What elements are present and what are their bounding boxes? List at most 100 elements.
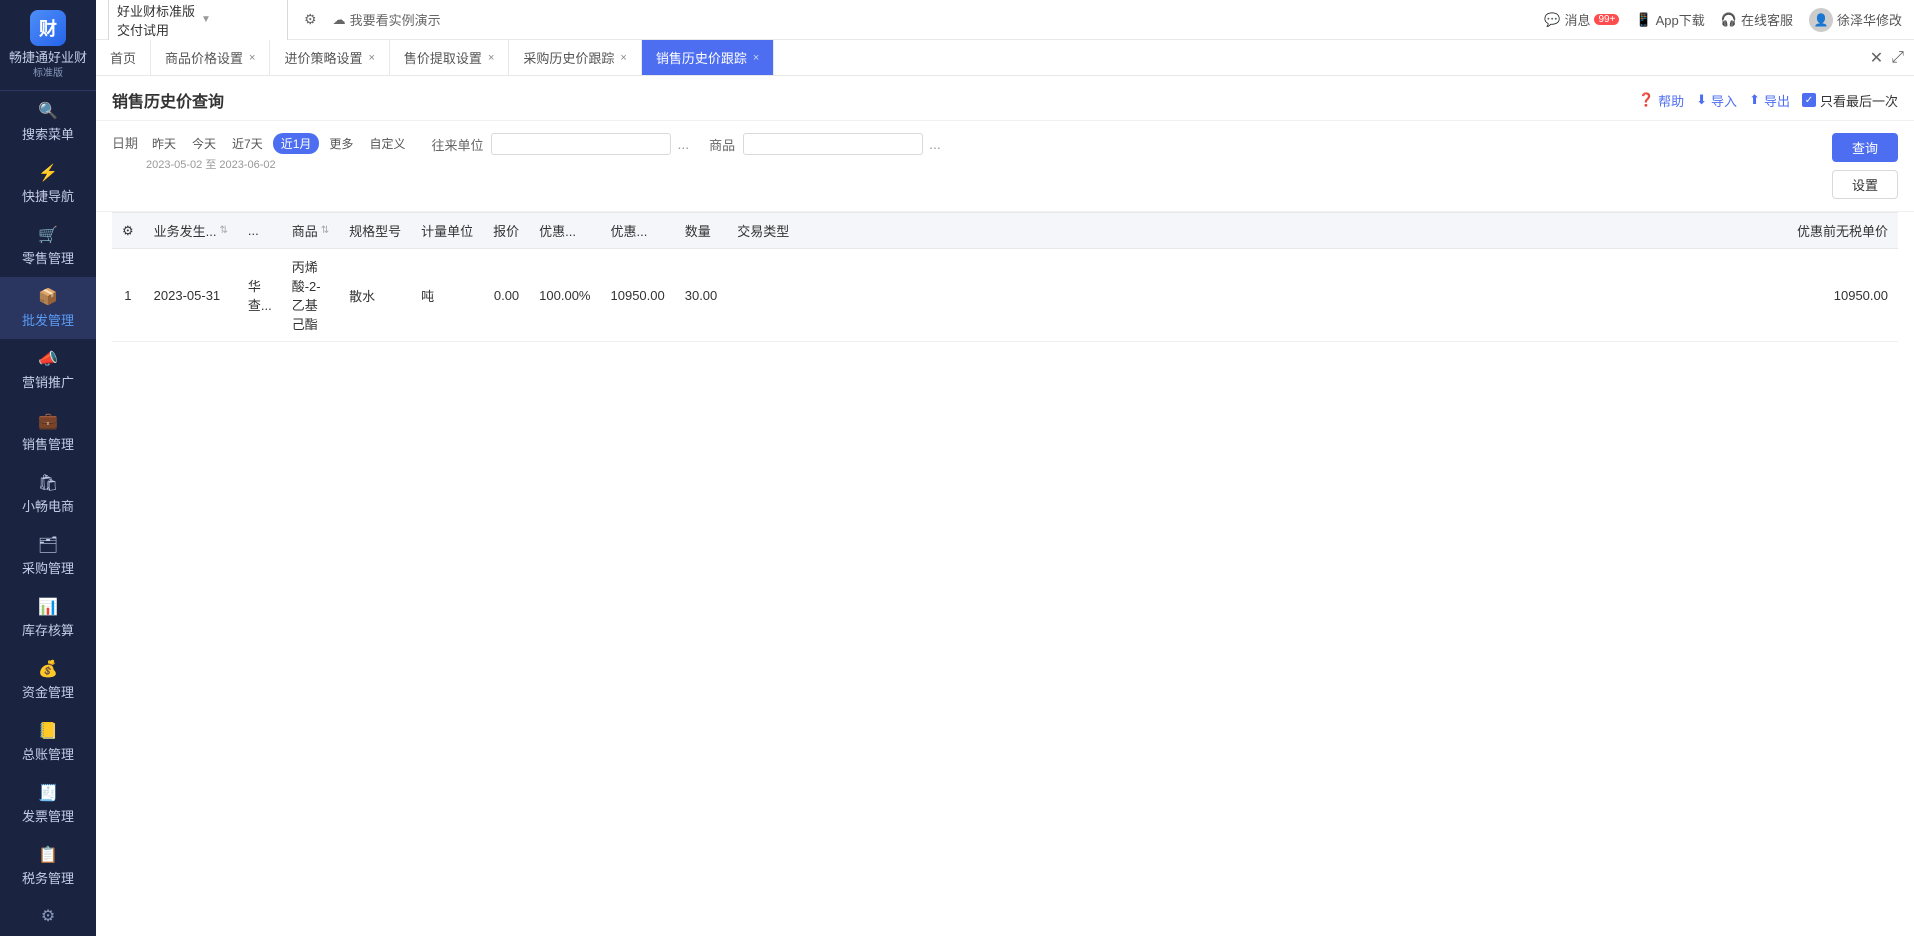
source-unit-input[interactable] bbox=[491, 133, 671, 155]
product-filter: 商品 ... bbox=[709, 133, 941, 155]
tab-close-button[interactable]: ✕ bbox=[1868, 46, 1885, 70]
tab-label: 销售历史价跟踪 bbox=[656, 48, 747, 67]
tab-sales-history[interactable]: 销售历史价跟踪 × bbox=[642, 40, 774, 76]
sidebar-item-finance[interactable]: 💰 资金管理 bbox=[0, 649, 96, 711]
date-option-last1month[interactable]: 近1月 bbox=[273, 133, 320, 154]
sidebar-item-quick-nav[interactable]: ⚡ 快捷导航 bbox=[0, 153, 96, 215]
sidebar-item-wholesale[interactable]: 📦批发管理 bbox=[0, 277, 96, 339]
sidebar-item-sales[interactable]: 💼 销售管理 bbox=[0, 401, 96, 463]
tab-close-icon[interactable]: × bbox=[249, 52, 255, 64]
only-last-checkbox[interactable]: ✓ bbox=[1802, 93, 1816, 107]
tab-product-price[interactable]: 商品价格设置 × bbox=[151, 40, 270, 76]
tab-right-buttons: ✕ ⤢ bbox=[1860, 46, 1914, 70]
tab-home[interactable]: 首页 bbox=[96, 40, 151, 76]
tab-purchase-history[interactable]: 采购历史价跟踪× bbox=[509, 40, 641, 76]
invoice-icon: 🧾 bbox=[38, 783, 58, 803]
th-gear[interactable]: ⚙ bbox=[112, 213, 144, 249]
cell-spec: 散水 bbox=[339, 249, 411, 342]
sidebar-item-label: 销售管理 bbox=[22, 434, 74, 453]
tab-close-icon[interactable]: × bbox=[620, 52, 626, 64]
tab-expand-button[interactable]: ⤢ bbox=[1889, 47, 1906, 69]
th-more: ... bbox=[238, 213, 282, 249]
export-icon: ⬆ bbox=[1749, 92, 1760, 108]
tab-label: 商品价格设置 bbox=[165, 48, 243, 67]
tab-close-icon[interactable]: × bbox=[368, 52, 374, 64]
tabbar: 首页商品价格设置×进价策略设置×售价提取设置×采购历史价跟踪×销售历史价跟踪× … bbox=[96, 40, 1914, 76]
date-option-today[interactable]: 今天 bbox=[186, 133, 222, 154]
topbar-selector[interactable]: 好业财标准版交付试用 ▼ bbox=[108, 0, 288, 43]
tab-sale-extract[interactable]: 售价提取设置× bbox=[390, 40, 509, 76]
sidebar-gear-button[interactable]: ⚙ bbox=[41, 906, 55, 926]
date-option-yesterday[interactable]: 昨天 bbox=[146, 133, 182, 154]
sidebar-item-ecommerce-small[interactable]: 🛍小畅电商 bbox=[0, 463, 96, 525]
tab-close-icon[interactable]: × bbox=[488, 52, 494, 64]
sidebar-item-label: 发票管理 bbox=[22, 806, 74, 825]
sales-icon: 💼 bbox=[38, 411, 58, 431]
sidebar-item-label: 资金管理 bbox=[22, 682, 74, 701]
topbar-demo-link[interactable]: 我要看实例演示 bbox=[333, 10, 441, 29]
settings-button[interactable]: 设置 bbox=[1832, 170, 1898, 199]
topbar-gear-icon[interactable]: ⚙ bbox=[300, 7, 321, 32]
app-icon: 📱 bbox=[1635, 12, 1651, 28]
col-sort-business_date[interactable]: 业务发生...⇅ bbox=[154, 221, 228, 240]
tab-pricing-strategy[interactable]: 进价策略设置 × bbox=[270, 40, 389, 76]
purchase-icon: 🗂 bbox=[38, 535, 58, 555]
tab-label: 进价策略设置 bbox=[284, 48, 362, 67]
topbar-user[interactable]: 👤 徐泽华修改 bbox=[1809, 8, 1902, 32]
th-spec: 规格型号 bbox=[339, 213, 411, 249]
date-option-last7[interactable]: 近7天 bbox=[226, 133, 269, 154]
th-discount2: 优惠... bbox=[601, 213, 675, 249]
only-last-checkbox-label[interactable]: ✓ 只看最后一次 bbox=[1802, 91, 1898, 110]
filter-row: 日期 昨天今天近7天近1月更多自定义 2023-05-02 至 2023-06-… bbox=[96, 121, 1914, 212]
tab-close-icon[interactable]: × bbox=[753, 52, 759, 64]
sidebar-item-marketing[interactable]: 📣营销推广 bbox=[0, 339, 96, 401]
product-dots-button[interactable]: ... bbox=[929, 136, 941, 152]
export-button[interactable]: ⬆ 导出 bbox=[1749, 91, 1790, 110]
chevron-down-icon: ▼ bbox=[201, 14, 279, 25]
sidebar-item-label: 批发管理 bbox=[22, 310, 74, 329]
date-option-more[interactable]: 更多 bbox=[323, 133, 359, 154]
logo-icon: 财 bbox=[30, 10, 66, 46]
query-button[interactable]: 查询 bbox=[1832, 133, 1898, 162]
sidebar-item-label: 营销推广 bbox=[22, 372, 74, 391]
th-discount1: 优惠... bbox=[529, 213, 600, 249]
source-unit-dots-button[interactable]: ... bbox=[677, 136, 689, 152]
sidebar-item-invoice[interactable]: 🧾 发票管理 bbox=[0, 773, 96, 835]
sidebar-item-label: 税务管理 bbox=[22, 868, 74, 887]
date-option-custom[interactable]: 自定义 bbox=[363, 133, 411, 154]
sidebar-item-retail[interactable]: 🛒零售管理 bbox=[0, 215, 96, 277]
cell-more: 华查... bbox=[238, 249, 282, 342]
table-settings-icon[interactable]: ⚙ bbox=[122, 223, 134, 238]
import-button[interactable]: ⬇ 导入 bbox=[1696, 91, 1737, 110]
cell-quantity: 30.00 bbox=[675, 249, 728, 342]
sidebar-item-label: 库存核算 bbox=[22, 620, 74, 639]
sidebar-item-label: 快捷导航 bbox=[22, 186, 74, 205]
sidebar-item-tax[interactable]: 📋税务管理 bbox=[0, 835, 96, 896]
table-row[interactable]: 12023-05-31华查...丙烯酸-2-乙基己酯散水吨0.00100.00%… bbox=[112, 249, 1898, 342]
source-unit-filter: 往来单位 ... bbox=[431, 133, 689, 155]
topbar: 好业财标准版交付试用 ▼ ⚙ 我要看实例演示 💬 消息 99+ 📱 App下载 … bbox=[96, 0, 1914, 40]
sidebar-item-purchase[interactable]: 🗂采购管理 bbox=[0, 525, 96, 587]
retail-icon: 🛒 bbox=[38, 225, 58, 245]
th-spacer bbox=[799, 213, 1787, 249]
cell-unit: 吨 bbox=[411, 249, 483, 342]
ecommerce-small-icon: 🛍 bbox=[38, 473, 58, 493]
finance-icon: 💰 bbox=[38, 659, 58, 679]
data-table: ⚙业务发生...⇅...商品⇅规格型号计量单位报价优惠...优惠...数量交易类… bbox=[112, 212, 1898, 342]
cell-product: 丙烯酸-2-乙基己酯 bbox=[282, 249, 339, 342]
col-sort-product[interactable]: 商品⇅ bbox=[292, 221, 329, 240]
sidebar-item-ledger[interactable]: 📒总账管理 bbox=[0, 711, 96, 773]
product-input-group: ... bbox=[743, 133, 941, 155]
topbar-message[interactable]: 💬 消息 99+ bbox=[1544, 10, 1619, 29]
sidebar-item-search[interactable]: 🔍搜索菜单 bbox=[0, 91, 96, 153]
help-button[interactable]: ❓ 帮助 bbox=[1638, 91, 1684, 110]
topbar-app-download[interactable]: 📱 App下载 bbox=[1635, 10, 1704, 29]
table-header-row: ⚙业务发生...⇅...商品⇅规格型号计量单位报价优惠...优惠...数量交易类… bbox=[112, 213, 1898, 249]
table-head: ⚙业务发生...⇅...商品⇅规格型号计量单位报价优惠...优惠...数量交易类… bbox=[112, 213, 1898, 249]
table-container: ⚙业务发生...⇅...商品⇅规格型号计量单位报价优惠...优惠...数量交易类… bbox=[96, 212, 1914, 936]
th-business_date: 业务发生...⇅ bbox=[144, 213, 238, 249]
topbar-online-service[interactable]: 🎧 在线客服 bbox=[1721, 10, 1793, 29]
product-input[interactable] bbox=[743, 133, 923, 155]
sidebar-item-inventory[interactable]: 📊库存核算 bbox=[0, 587, 96, 649]
quick-nav-icon: ⚡ bbox=[38, 163, 58, 183]
